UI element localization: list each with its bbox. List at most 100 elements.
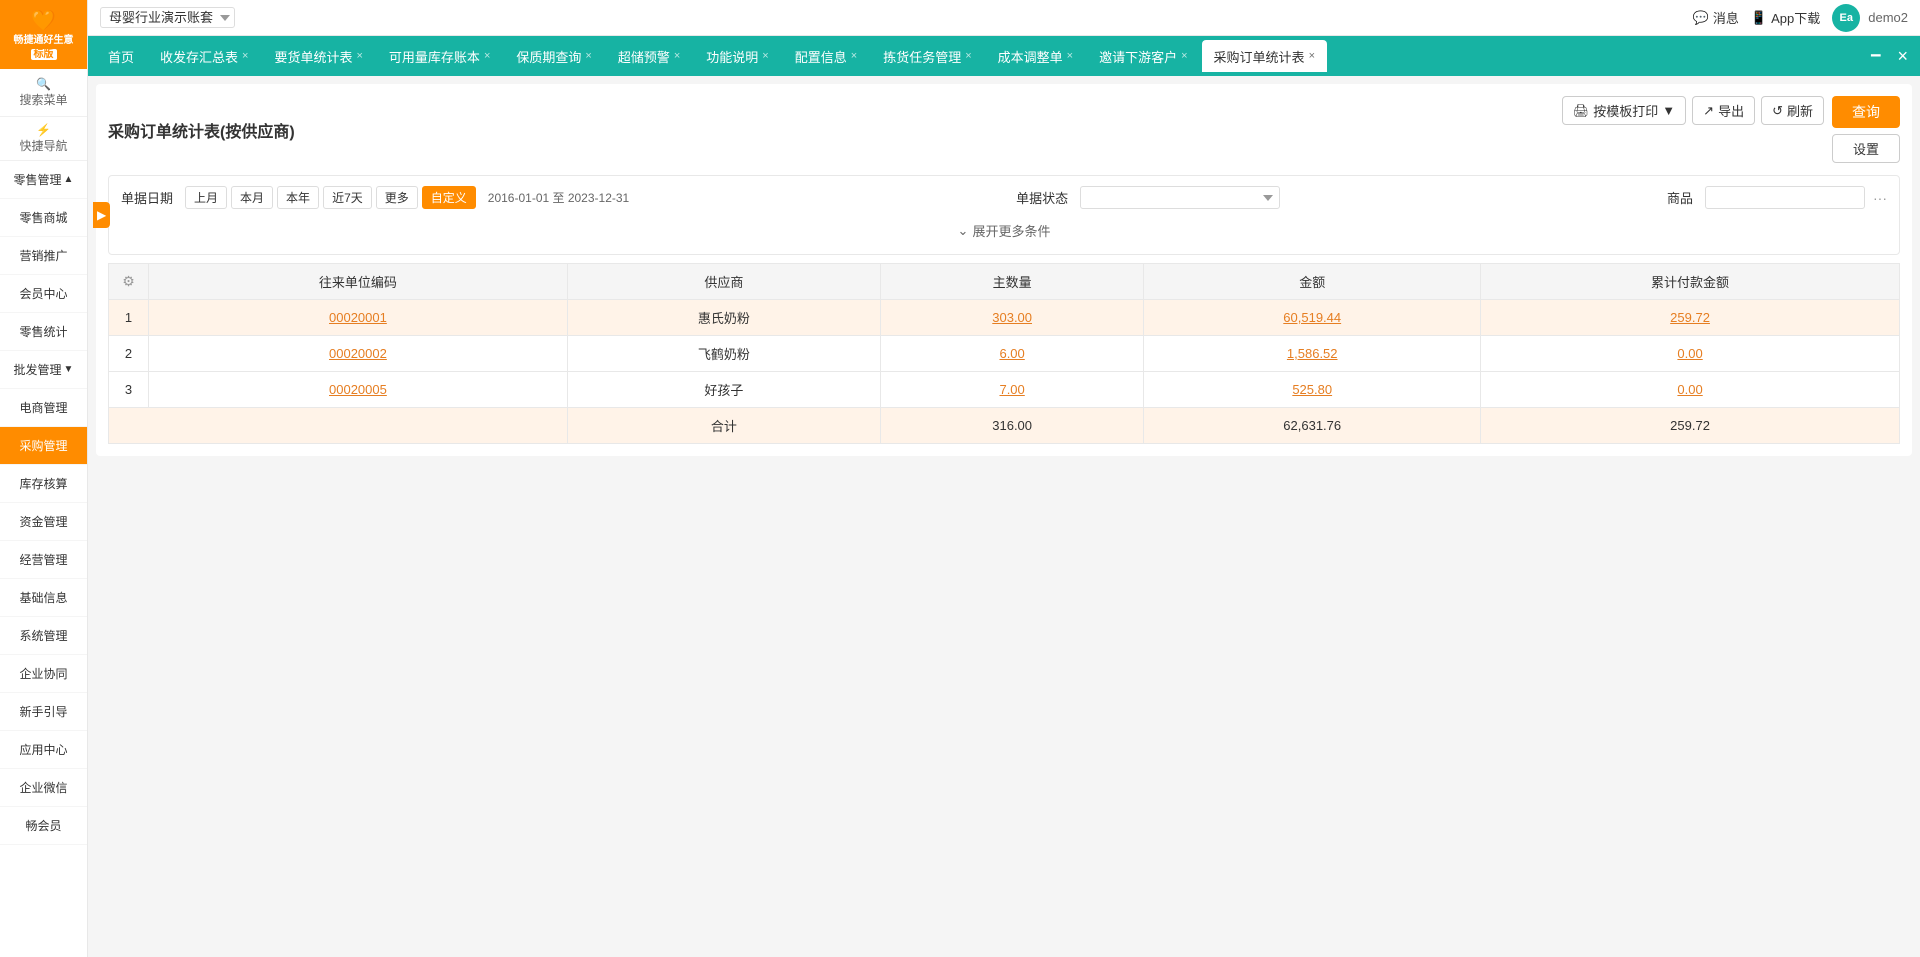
account-selector[interactable]: 母婴行业演示账套 — [100, 7, 235, 28]
row-amount[interactable]: 1,586.52 — [1144, 336, 1481, 372]
sidebar-item-search[interactable]: 🔍 搜索菜单 — [0, 69, 87, 117]
sidebar-item-retail-mgmt[interactable]: 零售管理 ▲ — [0, 161, 87, 199]
row-paid[interactable]: 0.00 — [1481, 336, 1900, 372]
settings-button[interactable]: 设置 — [1832, 134, 1900, 163]
close-tab-pick-task[interactable]: × — [965, 50, 971, 62]
refresh-icon: ↺ — [1772, 103, 1783, 119]
sidebar-item-purchase-mgmt[interactable]: 采购管理 — [0, 427, 87, 465]
goods-input[interactable] — [1705, 186, 1865, 209]
date-btn-7days[interactable]: 近7天 — [323, 186, 372, 209]
goods-more-icon[interactable]: ··· — [1873, 190, 1887, 206]
user-area[interactable]: Ea demo2 — [1832, 4, 1908, 32]
tab-config-info[interactable]: 配置信息 × — [783, 40, 869, 72]
row-supplier: 好孩子 — [567, 372, 880, 408]
print-dropdown-icon: ▼ — [1662, 103, 1675, 118]
status-filter — [1080, 186, 1280, 209]
sidebar-item-sys-mgmt[interactable]: 系统管理 — [0, 617, 87, 655]
tab-cost-adjust-label: 成本调整单 — [998, 47, 1063, 66]
status-select[interactable] — [1080, 186, 1280, 209]
row-qty[interactable]: 6.00 — [880, 336, 1143, 372]
sidebar-item-wholesale-mgmt[interactable]: 批发管理 ▼ — [0, 351, 87, 389]
tab-home[interactable]: 首页 — [96, 40, 146, 72]
date-btn-more[interactable]: 更多 — [376, 186, 418, 209]
tab-purchase-order-stat[interactable]: 采购订单统计表 × — [1202, 40, 1327, 72]
close-tab-receive-pay[interactable]: × — [242, 50, 248, 62]
inventory-label: 库存核算 — [19, 475, 67, 492]
close-tab-invite-downstream[interactable]: × — [1181, 50, 1187, 62]
sidebar-item-enterprise[interactable]: 企业协同 — [0, 655, 87, 693]
page-toolbar: 🖨 按模板打印 ▼ ↗ 导出 ↺ 刷新 — [1562, 96, 1900, 163]
close-tab-cost-adjust[interactable]: × — [1067, 50, 1073, 62]
print-button[interactable]: 🖨 按模板打印 ▼ — [1562, 96, 1686, 125]
table-header-settings[interactable]: ⚙ — [109, 264, 149, 300]
row-code[interactable]: 00020002 — [149, 336, 568, 372]
guide-label: 新手引导 — [19, 703, 67, 720]
sidebar-item-quick-nav[interactable]: ⚡ 快捷导航 — [0, 117, 87, 161]
date-btn-this-year[interactable]: 本年 — [277, 186, 319, 209]
table-row: 2 00020002 飞鹤奶粉 6.00 1,586.52 0.00 — [109, 336, 1900, 372]
row-code[interactable]: 00020005 — [149, 372, 568, 408]
table-row: 1 00020001 惠氏奶粉 303.00 60,519.44 259.72 — [109, 300, 1900, 336]
row-code[interactable]: 00020001 — [149, 300, 568, 336]
query-button[interactable]: 查询 — [1832, 96, 1900, 128]
tab-pick-task[interactable]: 拣货任务管理 × — [871, 40, 983, 72]
close-tab-overstock-warn[interactable]: × — [674, 50, 680, 62]
sidebar-item-inventory[interactable]: 库存核算 — [0, 465, 87, 503]
date-btn-this-month[interactable]: 本月 — [231, 186, 273, 209]
sidebar-item-retail-stats[interactable]: 零售统计 — [0, 313, 87, 351]
date-btn-custom[interactable]: 自定义 — [422, 186, 476, 209]
sidebar-item-finance[interactable]: 资金管理 — [0, 503, 87, 541]
app-download-btn[interactable]: 📱 App下载 — [1751, 8, 1820, 27]
tab-overstock-warn[interactable]: 超储预警 × — [606, 40, 692, 72]
tab-expiry-query[interactable]: 保质期查询 × — [504, 40, 603, 72]
row-qty[interactable]: 303.00 — [880, 300, 1143, 336]
row-amount[interactable]: 60,519.44 — [1144, 300, 1481, 336]
topbar-close-btn[interactable]: × — [1893, 46, 1912, 67]
print-label: 按模板打印 — [1593, 101, 1658, 120]
column-settings-icon[interactable]: ⚙ — [122, 273, 135, 289]
close-tab-config-info[interactable]: × — [851, 50, 857, 62]
sidebar-item-ops-mgmt[interactable]: 经营管理 — [0, 541, 87, 579]
sidebar-item-enterprise-wx[interactable]: 企业微信 — [0, 769, 87, 807]
wholesale-mgmt-label: 批发管理 — [14, 361, 62, 378]
row-amount[interactable]: 525.80 — [1144, 372, 1481, 408]
expand-more-btn[interactable]: ⌄ 展开更多条件 — [958, 217, 1051, 244]
sidebar-item-retail-shop[interactable]: 零售商城 — [0, 199, 87, 237]
close-tab-expiry-query[interactable]: × — [585, 50, 591, 62]
collapse-arrow-btn[interactable]: ▶ — [93, 202, 110, 228]
close-tab-purchase-order-stat[interactable]: × — [1309, 50, 1315, 62]
tab-purchase-stat[interactable]: 要货单统计表 × — [262, 40, 374, 72]
sidebar-item-app-center[interactable]: 应用中心 — [0, 731, 87, 769]
tab-config-info-label: 配置信息 — [795, 47, 847, 66]
breadcrumb-area: 母婴行业演示账套 — [100, 7, 235, 28]
sidebar-item-ecom-mgmt[interactable]: 电商管理 — [0, 389, 87, 427]
export-label: 导出 — [1718, 101, 1744, 120]
close-tab-func-desc[interactable]: × — [762, 50, 768, 62]
export-button[interactable]: ↗ 导出 — [1692, 96, 1755, 125]
sidebar-item-basic-info[interactable]: 基础信息 — [0, 579, 87, 617]
close-tab-inventory-book[interactable]: × — [484, 50, 490, 62]
tab-cost-adjust[interactable]: 成本调整单 × — [986, 40, 1085, 72]
row-paid[interactable]: 0.00 — [1481, 372, 1900, 408]
sidebar-item-member-center[interactable]: 会员中心 — [0, 275, 87, 313]
tab-func-desc[interactable]: 功能说明 × — [694, 40, 780, 72]
refresh-button[interactable]: ↺ 刷新 — [1761, 96, 1824, 125]
page-inner: 采购订单统计表(按供应商) 🖨 按模板打印 ▼ ↗ 导出 ↺ — [96, 84, 1912, 456]
message-btn[interactable]: 💬 消息 — [1693, 8, 1739, 27]
date-btn-last-month[interactable]: 上月 — [185, 186, 227, 209]
sidebar-item-guide[interactable]: 新手引导 — [0, 693, 87, 731]
tab-receive-pay[interactable]: 收发存汇总表 × — [148, 40, 260, 72]
tab-expiry-query-label: 保质期查询 — [516, 47, 581, 66]
sidebar-item-vip[interactable]: 畅会员 — [0, 807, 87, 845]
close-tab-purchase-stat[interactable]: × — [356, 50, 362, 62]
tab-inventory-book[interactable]: 可用量库存账本 × — [377, 40, 502, 72]
row-qty[interactable]: 7.00 — [880, 372, 1143, 408]
table-header-amount: 金额 — [1144, 264, 1481, 300]
table-header-code: 往来单位编码 — [149, 264, 568, 300]
row-paid[interactable]: 259.72 — [1481, 300, 1900, 336]
minimize-btn[interactable]: 🗕 — [1866, 43, 1885, 70]
total-amount-cell: 62,631.76 — [1144, 408, 1481, 444]
tab-invite-downstream[interactable]: 邀请下游客户 × — [1087, 40, 1199, 72]
app-logo[interactable]: 🧡 畅捷通好生意 标版 — [0, 0, 87, 69]
sidebar-item-marketing[interactable]: 营销推广 — [0, 237, 87, 275]
